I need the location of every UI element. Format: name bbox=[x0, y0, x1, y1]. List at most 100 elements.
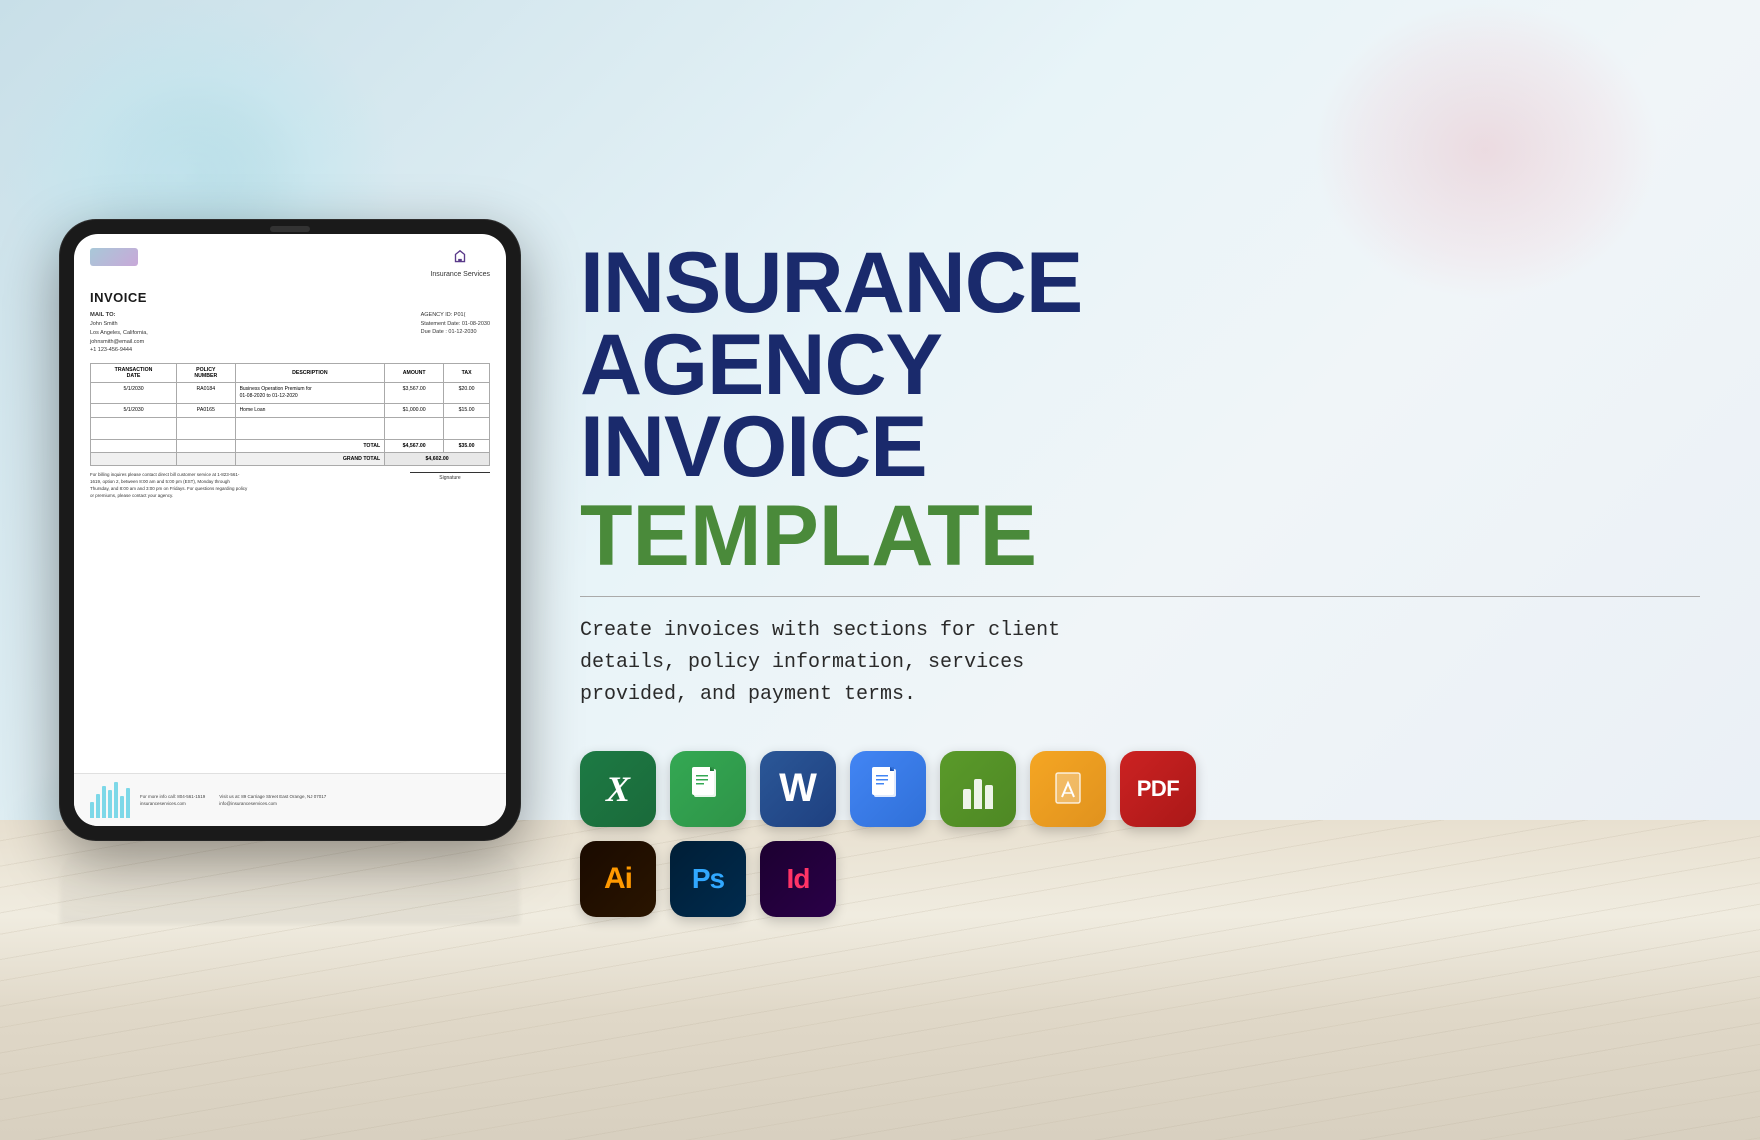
row1-amount: $3,567.00 bbox=[385, 383, 444, 404]
total-spacer1 bbox=[91, 440, 177, 453]
client-email: johnsmith@email.com bbox=[90, 339, 144, 345]
total-tax: $35.00 bbox=[444, 440, 490, 453]
sheets-svg bbox=[688, 767, 728, 811]
ps-label: Ps bbox=[692, 863, 724, 895]
main-content: Insurance Services INVOICE MAIL TO: John… bbox=[0, 0, 1760, 1140]
ai-label: Ai bbox=[604, 862, 632, 896]
bar5 bbox=[114, 782, 118, 818]
tablet-section: Insurance Services INVOICE MAIL TO: John… bbox=[60, 220, 520, 920]
tablet-screen: Insurance Services INVOICE MAIL TO: John… bbox=[74, 234, 506, 826]
signature-area: Signature bbox=[410, 472, 490, 481]
gdocs-svg bbox=[870, 767, 906, 811]
row1-policy: RA0184 bbox=[177, 383, 235, 404]
total-spacer2 bbox=[177, 440, 235, 453]
row1-desc: Business Operation Premium for01-08-2020… bbox=[235, 383, 385, 404]
row1-date: 5/1/2030 bbox=[91, 383, 177, 404]
bar1 bbox=[90, 802, 94, 818]
divider bbox=[580, 596, 1700, 597]
icons-row-2: Ai Ps Id bbox=[580, 841, 1700, 917]
row2-date: 5/1/2030 bbox=[91, 404, 177, 418]
bar2 bbox=[96, 794, 100, 818]
col-description: DESCRIPTION bbox=[235, 364, 385, 383]
total-row: TOTAL $4,567.00 $35.00 bbox=[91, 440, 490, 453]
company-name: Insurance Services bbox=[430, 270, 490, 280]
billing-notice: For billing inquires please contact dire… bbox=[90, 472, 250, 499]
tablet-reflection bbox=[60, 844, 520, 924]
invoice-bottom-bar: For more info call: 804-561-1519 insuran… bbox=[74, 773, 506, 826]
spacer1 bbox=[91, 418, 177, 440]
invoice-header: Insurance Services bbox=[74, 234, 506, 286]
adobe-photoshop-icon[interactable]: Ps bbox=[670, 841, 746, 917]
row2-policy: PA0165 bbox=[177, 404, 235, 418]
excel-letter: X bbox=[606, 768, 630, 810]
pages-icon[interactable] bbox=[1030, 751, 1106, 827]
invoice-agency-info: AGENCY ID: P01( Statement Date: 01-08-20… bbox=[421, 311, 490, 355]
grand-total-amount: $4,602.00 bbox=[385, 453, 490, 466]
google-sheets-icon[interactable] bbox=[670, 751, 746, 827]
invoice-table: TRANSACTIONDATE POLICYNUMBER DESCRIPTION… bbox=[90, 363, 490, 466]
company-icon bbox=[450, 248, 470, 268]
col-policy-number: POLICYNUMBER bbox=[177, 364, 235, 383]
grand-total-label: GRAND TOTAL bbox=[235, 453, 385, 466]
right-section: INSURANCE AGENCY INVOICE TEMPLATE Create… bbox=[580, 223, 1700, 917]
invoice-mail-to: MAIL TO: John Smith Los Angeles, Califor… bbox=[90, 311, 148, 355]
mail-to-label: MAIL TO: bbox=[90, 311, 148, 320]
total-amount: $4,567.00 bbox=[385, 440, 444, 453]
logo-placeholder bbox=[90, 248, 138, 266]
row2-tax: $15.00 bbox=[444, 404, 490, 418]
invoice-info: MAIL TO: John Smith Los Angeles, Califor… bbox=[74, 311, 506, 363]
total-label: TOTAL bbox=[235, 440, 385, 453]
table-row: 5/1/2030 PA0165 Home Loan $1,000.00 $15.… bbox=[91, 404, 490, 418]
template-label: TEMPLATE bbox=[580, 496, 1700, 578]
word-icon[interactable]: W bbox=[760, 751, 836, 827]
pdf-label: PDF bbox=[1137, 776, 1180, 802]
footer-visit-info: Visit us at: 89 Carriage Street East Ora… bbox=[219, 793, 326, 807]
word-letter: W bbox=[779, 766, 817, 811]
statement-date: Statement Date: 01-08-2030 bbox=[421, 321, 490, 327]
grand-total-row: GRAND TOTAL $4,602.00 bbox=[91, 453, 490, 466]
nbar3 bbox=[985, 785, 993, 809]
bar6 bbox=[120, 796, 124, 818]
description-text: Create invoices with sections for client… bbox=[580, 615, 1200, 711]
pages-svg bbox=[1048, 769, 1088, 809]
spacer3 bbox=[235, 418, 385, 440]
invoice-footer: For billing inquires please contact dire… bbox=[74, 466, 506, 505]
app-icons-section: X W bbox=[580, 751, 1700, 917]
title-line3: INVOICE bbox=[580, 407, 1700, 489]
spacer2 bbox=[177, 418, 235, 440]
id-label: Id bbox=[787, 863, 810, 895]
client-phone: +1 123-456-9444 bbox=[90, 347, 132, 353]
bar4 bbox=[108, 790, 112, 818]
bar-chart-decoration bbox=[90, 782, 130, 818]
title-line1: INSURANCE bbox=[580, 243, 1700, 325]
signature-line bbox=[410, 472, 490, 473]
numbers-bars bbox=[963, 769, 993, 809]
pdf-icon[interactable]: PDF bbox=[1120, 751, 1196, 827]
bottom-contact-info: For more info call: 804-561-1519 insuran… bbox=[140, 793, 326, 807]
bar3 bbox=[102, 786, 106, 818]
grand-spacer2 bbox=[177, 453, 235, 466]
col-tax: TAX bbox=[444, 364, 490, 383]
google-docs-icon[interactable] bbox=[850, 751, 926, 827]
tablet-device: Insurance Services INVOICE MAIL TO: John… bbox=[60, 220, 520, 840]
excel-icon[interactable]: X bbox=[580, 751, 656, 827]
grand-spacer1 bbox=[91, 453, 177, 466]
adobe-illustrator-icon[interactable]: Ai bbox=[580, 841, 656, 917]
spacer4 bbox=[385, 418, 444, 440]
title-line2: AGENCY bbox=[580, 325, 1700, 407]
client-name: John Smith bbox=[90, 321, 118, 327]
spacer5 bbox=[444, 418, 490, 440]
nbar1 bbox=[963, 789, 971, 809]
signature-label: Signature bbox=[439, 475, 460, 481]
numbers-icon[interactable] bbox=[940, 751, 1016, 827]
row2-desc: Home Loan bbox=[235, 404, 385, 418]
bar7 bbox=[126, 788, 130, 818]
adobe-indesign-icon[interactable]: Id bbox=[760, 841, 836, 917]
table-row bbox=[91, 418, 490, 440]
nbar2 bbox=[974, 779, 982, 809]
main-title: INSURANCE AGENCY INVOICE bbox=[580, 243, 1700, 488]
due-date: Due Date : 01-12-2030 bbox=[421, 329, 477, 335]
icons-row-1: X W bbox=[580, 751, 1700, 827]
col-amount: AMOUNT bbox=[385, 364, 444, 383]
footer-call-info: For more info call: 804-561-1519 insuran… bbox=[140, 793, 205, 807]
